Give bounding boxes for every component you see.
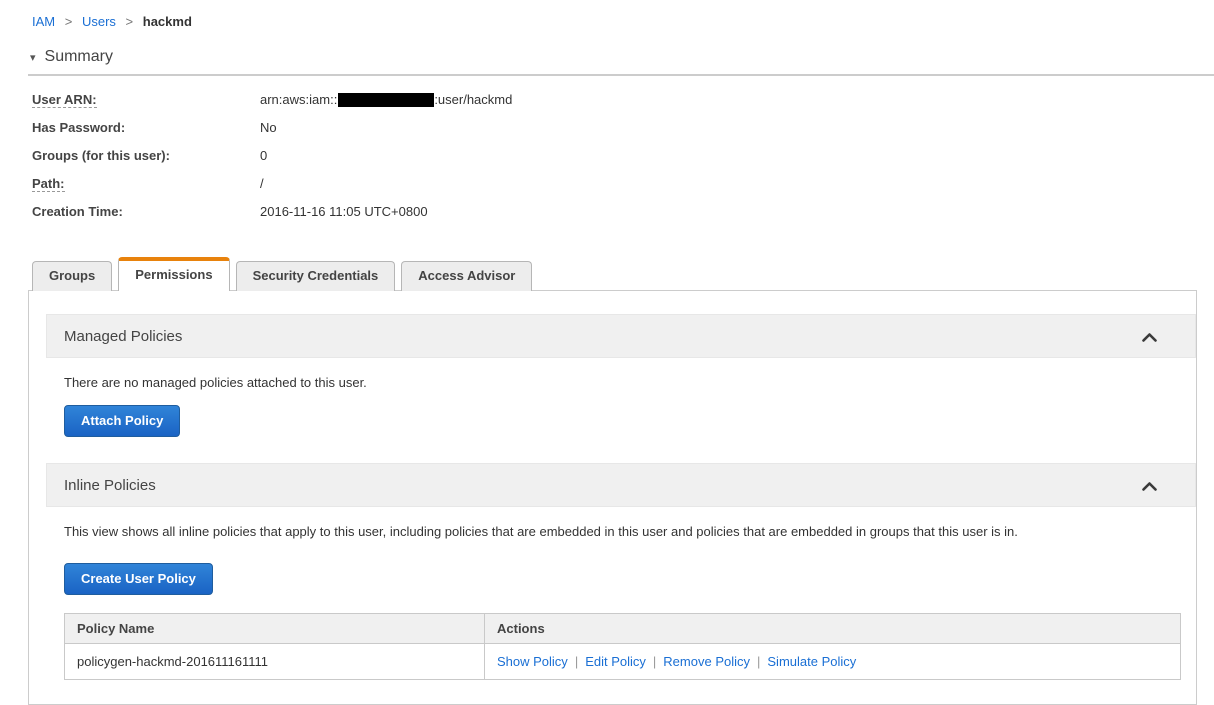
tab-bar: Groups Permissions Security Credentials … xyxy=(0,257,1214,291)
path-value: / xyxy=(260,176,264,191)
summary-title: Summary xyxy=(44,48,113,65)
chevron-up-icon[interactable] xyxy=(1142,482,1157,491)
field-label: Creation Time: xyxy=(32,204,123,219)
triangle-down-icon: ▾ xyxy=(30,51,36,64)
tab-groups[interactable]: Groups xyxy=(32,261,113,291)
field-row-user-arn: User ARN: arn:aws:iam:::user/hackmd xyxy=(32,92,1214,108)
managed-policies-body: There are no managed policies attached t… xyxy=(46,375,1196,437)
field-row-creation-time: Creation Time: 2016-11-16 11:05 UTC+0800 xyxy=(32,204,1214,219)
permissions-tab-panel: Managed Policies There are no managed po… xyxy=(28,290,1197,705)
has-password-value: No xyxy=(260,120,277,135)
policy-actions-cell: Show Policy | Edit Policy | Remove Policy | Si… xyxy=(484,643,1181,680)
table-header-row: Policy Name Actions xyxy=(64,613,1181,644)
inline-policies-section: Inline Policies This view shows all inli… xyxy=(46,463,1196,680)
tab-access-advisor[interactable]: Access Advisor xyxy=(401,261,533,291)
field-label: Path: xyxy=(32,176,65,192)
action-separator: | xyxy=(757,654,761,669)
policy-name-cell: policygen-hackmd-201611161111 xyxy=(64,643,485,680)
summary-divider xyxy=(28,74,1214,76)
inline-policies-description: This view shows all inline policies that… xyxy=(64,524,1018,539)
inline-policies-body: This view shows all inline policies that… xyxy=(46,524,1196,680)
user-arn-value: arn:aws:iam:::user/hackmd xyxy=(260,92,513,107)
field-row-path: Path: / xyxy=(32,176,1214,192)
action-separator: | xyxy=(574,654,579,669)
summary-section-toggle[interactable]: ▾ Summary xyxy=(30,48,1214,66)
show-policy-link[interactable]: Show Policy xyxy=(497,654,568,669)
table-row: policygen-hackmd-201611161111 Show Polic… xyxy=(64,643,1181,680)
chevron-up-icon[interactable] xyxy=(1142,333,1157,342)
summary-fields: User ARN: arn:aws:iam:::user/hackmd Has … xyxy=(32,92,1214,219)
remove-policy-link[interactable]: Remove Policy xyxy=(663,654,750,669)
create-user-policy-button[interactable]: Create User Policy xyxy=(64,563,213,595)
tab-permissions[interactable]: Permissions xyxy=(118,257,230,291)
field-label: Groups (for this user): xyxy=(32,148,170,163)
redacted-account-id xyxy=(338,93,435,107)
simulate-policy-link[interactable]: Simulate Policy xyxy=(767,654,856,669)
creation-time-value: 2016-11-16 11:05 UTC+0800 xyxy=(260,204,428,219)
field-row-groups: Groups (for this user): 0 xyxy=(32,148,1214,163)
managed-policies-section: Managed Policies There are no managed po… xyxy=(46,314,1196,437)
action-separator: | xyxy=(652,654,657,669)
tab-security-credentials[interactable]: Security Credentials xyxy=(235,261,396,291)
managed-policies-empty-text: There are no managed policies attached t… xyxy=(64,375,367,390)
field-label: User ARN: xyxy=(32,92,97,108)
inline-policies-title: Inline Policies xyxy=(64,476,156,494)
managed-policies-header[interactable]: Managed Policies xyxy=(46,314,1196,358)
attach-policy-button[interactable]: Attach Policy xyxy=(64,405,181,437)
breadcrumb: IAM > Users > hackmd xyxy=(32,14,1214,29)
breadcrumb-current-user: hackmd xyxy=(142,14,192,29)
field-row-has-password: Has Password: No xyxy=(32,120,1214,135)
breadcrumb-separator: > xyxy=(64,14,73,29)
inline-policies-header[interactable]: Inline Policies xyxy=(46,463,1196,507)
column-header-policy-name: Policy Name xyxy=(64,613,485,644)
groups-count-value: 0 xyxy=(260,148,268,163)
breadcrumb-separator: > xyxy=(125,14,134,29)
breadcrumb-link-iam[interactable]: IAM xyxy=(32,14,55,29)
inline-policies-table: Policy Name Actions policygen-hackmd-201… xyxy=(64,613,1181,680)
breadcrumb-link-users[interactable]: Users xyxy=(82,14,116,29)
column-header-actions: Actions xyxy=(484,613,1181,644)
managed-policies-title: Managed Policies xyxy=(64,327,183,345)
field-label: Has Password: xyxy=(32,120,126,135)
edit-policy-link[interactable]: Edit Policy xyxy=(585,654,646,669)
